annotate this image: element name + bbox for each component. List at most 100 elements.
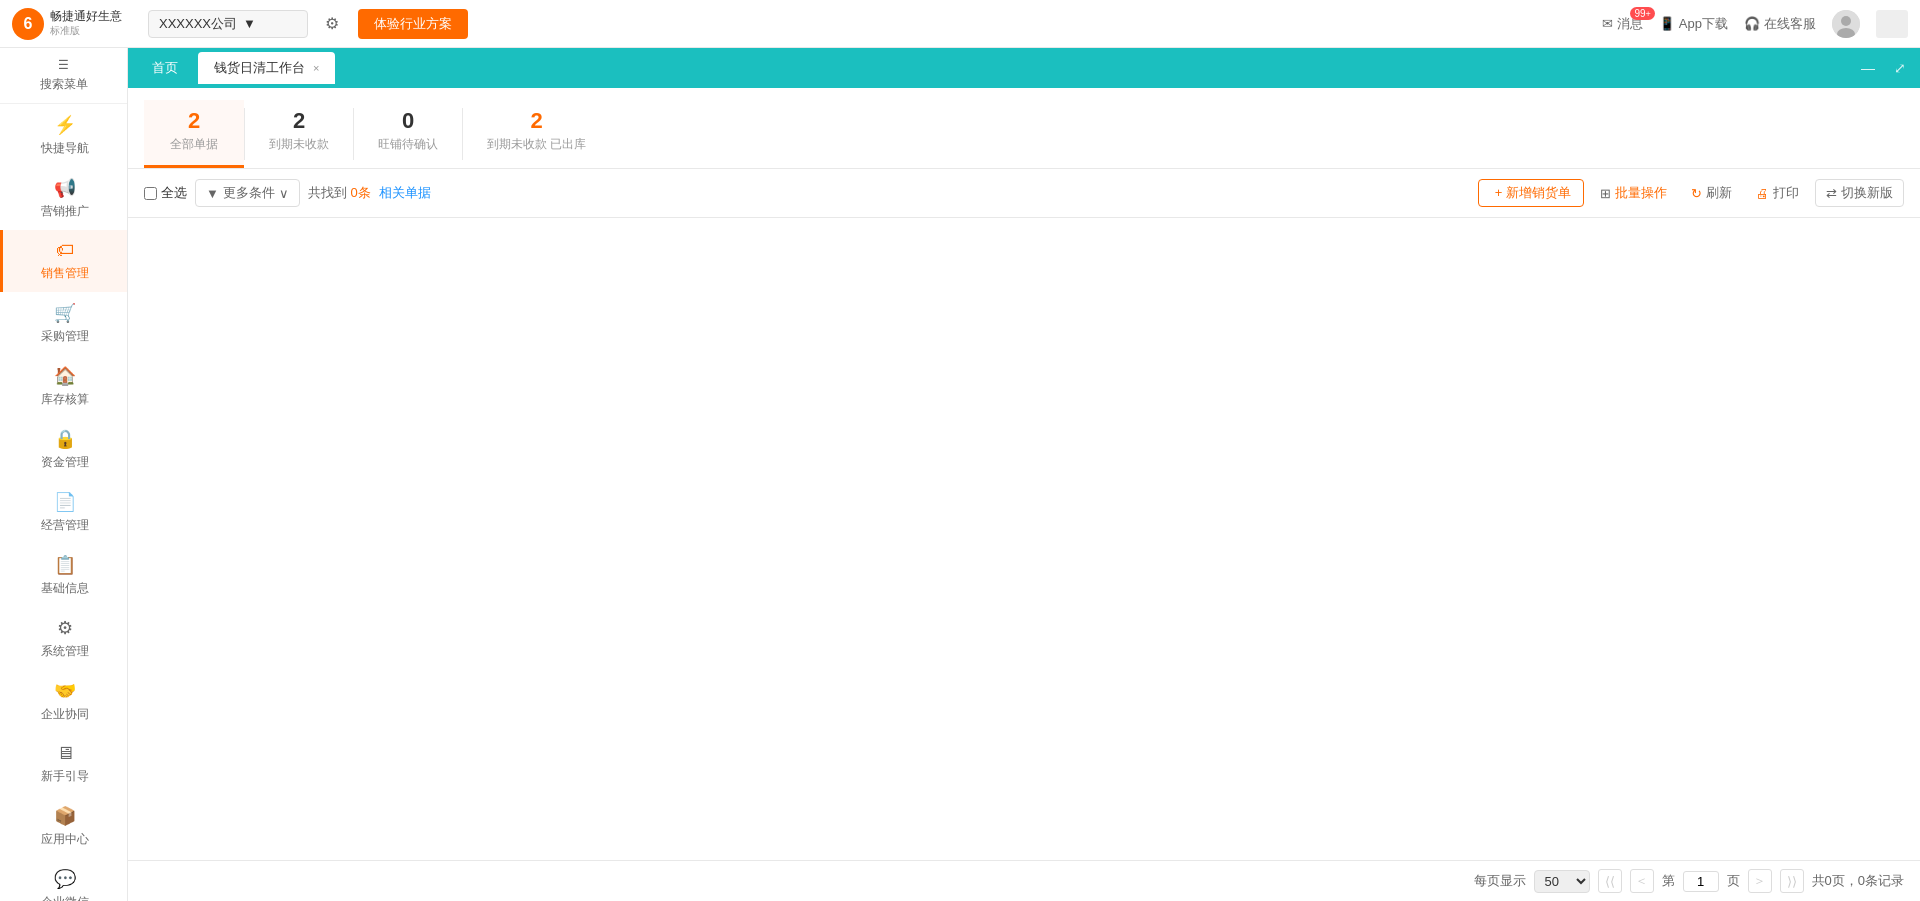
sidebar-item-basic[interactable]: 📋 基础信息 xyxy=(0,544,127,607)
sidebar-item-sales[interactable]: 🏷 销售管理 xyxy=(0,230,127,292)
user-name-area[interactable] xyxy=(1876,10,1908,38)
switch-version-button[interactable]: ⇄ 切换新版 xyxy=(1815,179,1904,207)
search-menu-button[interactable]: ☰ 搜索菜单 xyxy=(0,48,127,104)
top-header: 6 畅捷通好生意 标准版 XXXXXX公司 ▼ ⚙ 体验行业方案 ✉ 消息 99… xyxy=(0,0,1920,48)
stat-all-label: 全部单据 xyxy=(170,136,218,153)
toolbar-right: + 新增销货单 ⊞ 批量操作 ↻ 刷新 🖨 打印 ⇄ 切换新版 xyxy=(1478,179,1904,207)
system-icon: ⚙ xyxy=(57,617,73,639)
tab-close-icon[interactable]: × xyxy=(313,62,319,74)
company-name: XXXXXX公司 xyxy=(159,15,237,33)
pagination-bar: 每页显示 50 100 200 ⟨⟨ ＜ 第 页 ＞ ⟩⟩ 共0页，0条记录 xyxy=(128,860,1920,901)
stats-tabs: 2 全部单据 2 到期未收款 0 旺铺待确认 2 到期未收款 已出库 xyxy=(128,88,1920,169)
refresh-icon: ↻ xyxy=(1691,186,1702,201)
stat-tab-pending[interactable]: 0 旺铺待确认 xyxy=(354,100,462,168)
tab-minimize-button[interactable]: — xyxy=(1856,56,1880,80)
stat-pending-num: 0 xyxy=(402,108,414,134)
header-right: ✉ 消息 99 📱 App下载 🎧 在线客服 xyxy=(1602,10,1908,38)
message-button[interactable]: ✉ 消息 99 xyxy=(1602,15,1643,33)
page-label: 第 xyxy=(1662,872,1675,890)
logo-sub: 标准版 xyxy=(50,24,122,38)
wechat-icon: 💬 xyxy=(54,868,76,890)
batch-icon: ⊞ xyxy=(1600,186,1611,201)
message-icon: ✉ xyxy=(1602,16,1613,31)
logo-text: 畅捷通好生意 xyxy=(50,9,122,25)
related-records-link[interactable]: 相关单据 xyxy=(379,184,431,202)
sidebar-item-guide[interactable]: 🖥 新手引导 xyxy=(0,733,127,795)
stat-overdue-out-label: 到期未收款 已出库 xyxy=(487,136,586,153)
sidebar-item-operations[interactable]: 📄 经营管理 xyxy=(0,481,127,544)
quick-nav-icon: ⚡ xyxy=(54,114,76,136)
app-download-button[interactable]: 📱 App下载 xyxy=(1659,15,1728,33)
settings-button[interactable]: ⚙ xyxy=(316,8,348,40)
sidebar-item-system[interactable]: ⚙ 系统管理 xyxy=(0,607,127,670)
sidebar-item-quick-nav[interactable]: ⚡ 快捷导航 xyxy=(0,104,127,167)
logo-area: 6 畅捷通好生意 标准版 xyxy=(12,8,140,40)
page-suffix: 页 xyxy=(1727,872,1740,890)
logo-icon: 6 xyxy=(12,8,44,40)
add-sales-order-button[interactable]: + 新增销货单 xyxy=(1478,179,1584,207)
tab-bar: 首页 钱货日清工作台 × — ⤢ xyxy=(128,48,1920,88)
experience-button[interactable]: 体验行业方案 xyxy=(358,9,468,39)
refresh-button[interactable]: ↻ 刷新 xyxy=(1683,180,1740,206)
service-icon: 🎧 xyxy=(1744,16,1760,31)
guide-icon: 🖥 xyxy=(56,743,74,764)
filter-button[interactable]: ▼ 更多条件 ∨ xyxy=(195,179,300,207)
sidebar-item-inventory[interactable]: 🏠 库存核算 xyxy=(0,355,127,418)
message-badge: 99 xyxy=(1630,7,1654,20)
sidebar-item-funds[interactable]: 🔒 资金管理 xyxy=(0,418,127,481)
sidebar-item-wechat[interactable]: 💬 企业微信 xyxy=(0,858,127,901)
sidebar-item-marketing[interactable]: 📢 营销推广 xyxy=(0,167,127,230)
page-size-select[interactable]: 50 100 200 xyxy=(1534,870,1590,893)
company-selector[interactable]: XXXXXX公司 ▼ xyxy=(148,10,308,38)
sidebar-item-apps[interactable]: 📦 应用中心 xyxy=(0,795,127,858)
search-icon: ☰ xyxy=(58,58,69,72)
tab-expand-button[interactable]: ⤢ xyxy=(1888,56,1912,80)
count-text: 共找到 0条 xyxy=(308,184,371,202)
chevron-down-icon: ▼ xyxy=(243,16,256,31)
stat-all-num: 2 xyxy=(188,108,200,134)
page-input[interactable] xyxy=(1683,871,1719,892)
inventory-icon: 🏠 xyxy=(54,365,76,387)
filter-icon: ▼ xyxy=(206,186,219,201)
total-label: 共0页，0条记录 xyxy=(1812,872,1904,890)
select-all-checkbox[interactable]: 全选 xyxy=(144,184,187,202)
tab-active[interactable]: 钱货日清工作台 × xyxy=(198,52,335,84)
stat-tab-overdue-out[interactable]: 2 到期未收款 已出库 xyxy=(463,100,610,168)
print-icon: 🖨 xyxy=(1756,186,1769,201)
sales-icon: 🏷 xyxy=(56,240,74,261)
active-tab-label: 钱货日清工作台 xyxy=(214,59,305,77)
marketing-icon: 📢 xyxy=(54,177,76,199)
avatar[interactable] xyxy=(1832,10,1860,38)
tab-home[interactable]: 首页 xyxy=(136,52,194,84)
last-page-button[interactable]: ⟩⟩ xyxy=(1780,869,1804,893)
apps-icon: 📦 xyxy=(54,805,76,827)
main-content: 首页 钱货日清工作台 × — ⤢ 2 全部单据 2 到期未收款 0 xyxy=(128,48,1920,901)
next-page-button[interactable]: ＞ xyxy=(1748,869,1772,893)
stat-tab-all[interactable]: 2 全部单据 xyxy=(144,100,244,168)
funds-icon: 🔒 xyxy=(54,428,76,450)
enterprise-icon: 🤝 xyxy=(54,680,76,702)
stat-overdue-num: 2 xyxy=(293,108,305,134)
sidebar-item-enterprise[interactable]: 🤝 企业协同 xyxy=(0,670,127,733)
stat-overdue-out-num: 2 xyxy=(531,108,543,134)
sidebar-item-purchase[interactable]: 🛒 采购管理 xyxy=(0,292,127,355)
stat-overdue-label: 到期未收款 xyxy=(269,136,329,153)
toolbar: 全选 ▼ 更多条件 ∨ 共找到 0条 相关单据 + 新增销货单 xyxy=(128,169,1920,218)
print-button[interactable]: 🖨 打印 xyxy=(1748,180,1807,206)
content-area: 2 全部单据 2 到期未收款 0 旺铺待确认 2 到期未收款 已出库 xyxy=(128,88,1920,901)
tab-bar-actions: — ⤢ xyxy=(1856,56,1912,80)
page-size-label: 每页显示 xyxy=(1474,872,1526,890)
batch-operation-button[interactable]: ⊞ 批量操作 xyxy=(1592,180,1675,206)
stat-tab-overdue[interactable]: 2 到期未收款 xyxy=(245,100,353,168)
count-num: 0条 xyxy=(351,185,371,200)
sidebar: ☰ 搜索菜单 ⚡ 快捷导航 📢 营销推广 🏷 销售管理 🛒 采购管理 🏠 库存核… xyxy=(0,48,128,901)
stat-pending-label: 旺铺待确认 xyxy=(378,136,438,153)
select-all-input[interactable] xyxy=(144,187,157,200)
first-page-button[interactable]: ⟨⟨ xyxy=(1598,869,1622,893)
chevron-icon: ∨ xyxy=(279,186,289,201)
purchase-icon: 🛒 xyxy=(54,302,76,324)
switch-icon: ⇄ xyxy=(1826,186,1837,201)
online-service-button[interactable]: 🎧 在线客服 xyxy=(1744,15,1816,33)
prev-page-button[interactable]: ＜ xyxy=(1630,869,1654,893)
basic-icon: 📋 xyxy=(54,554,76,576)
